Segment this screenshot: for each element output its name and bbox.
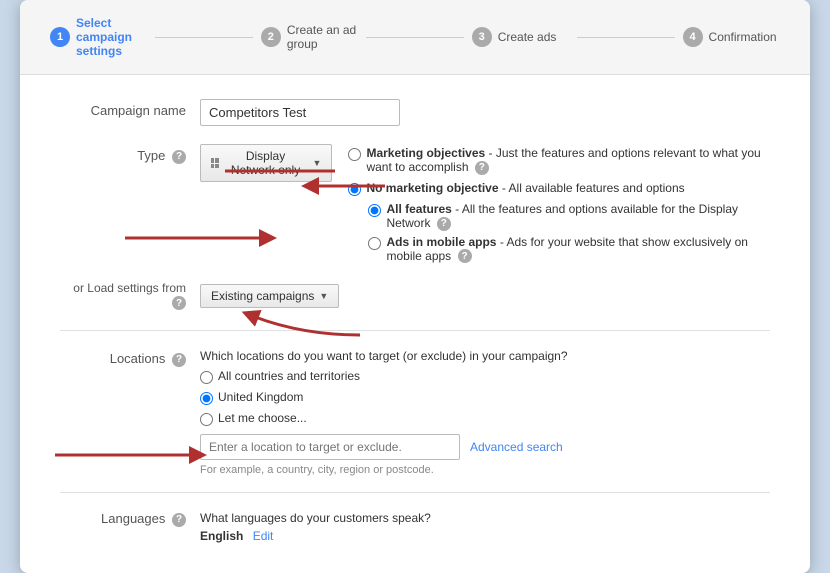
type-label: Type ? — [60, 144, 200, 164]
step-4-label: Confirmation — [709, 30, 777, 44]
marketing-option-2-text: No marketing objective - All available f… — [366, 181, 684, 195]
step-2: 2 Create an ad group — [261, 23, 358, 51]
sub-option-2: Ads in mobile apps - Ads for your websit… — [368, 235, 770, 264]
step-4-circle: 4 — [683, 27, 703, 47]
locations-content: Which locations do you want to target (o… — [200, 349, 770, 476]
marketing-option-1: Marketing objectives - Just the features… — [348, 146, 770, 175]
step-2-circle: 2 — [261, 27, 281, 47]
step-1-circle: 1 — [50, 27, 70, 47]
campaign-name-input[interactable] — [200, 99, 400, 126]
load-settings-label: or Load settings from ? — [60, 281, 200, 310]
step-1-label: Select campaign settings — [76, 16, 147, 58]
location-radio-1[interactable] — [200, 371, 213, 384]
type-help-icon[interactable]: ? — [172, 150, 186, 164]
location-hint: For example, a country, city, region or … — [200, 464, 770, 476]
type-dropdown[interactable]: Display Network only ▼ — [200, 144, 332, 182]
step-divider-1 — [155, 37, 252, 38]
type-row: Type ? Display Network only ▼ — [60, 144, 770, 263]
languages-value: English Edit — [200, 529, 770, 543]
arrow-4 — [50, 440, 210, 470]
form-content: Campaign name Type ? — [20, 75, 810, 573]
languages-help-icon[interactable]: ? — [172, 513, 186, 527]
sub-option-1: All features - All the features and opti… — [368, 202, 770, 231]
main-window: 1 Select campaign settings 2 Create an a… — [20, 0, 810, 573]
location-radio-3[interactable] — [200, 413, 213, 426]
languages-edit-link[interactable]: Edit — [253, 529, 274, 543]
marketing-option-2: No marketing objective - All available f… — [348, 181, 770, 196]
location-search-row: Advanced search — [200, 434, 770, 460]
grid-icon — [211, 158, 219, 168]
step-divider-2 — [366, 37, 463, 38]
languages-divider — [60, 492, 770, 493]
load-help-icon[interactable]: ? — [172, 296, 186, 310]
languages-label: Languages ? — [60, 511, 200, 527]
location-option-3: Let me choose... — [200, 411, 770, 426]
load-caret-icon: ▼ — [319, 291, 328, 301]
step-2-label: Create an ad group — [287, 23, 358, 51]
languages-content: What languages do your customers speak? … — [200, 511, 770, 543]
location-option-1-label: All countries and territories — [218, 369, 360, 383]
sub-radio-2[interactable] — [368, 237, 381, 250]
sub-help-2[interactable]: ? — [458, 249, 472, 263]
dropdown-caret-icon: ▼ — [313, 158, 322, 168]
location-radio-2[interactable] — [200, 392, 213, 405]
marketing-help-1[interactable]: ? — [475, 161, 489, 175]
campaign-name-row: Campaign name — [60, 99, 770, 126]
locations-help-icon[interactable]: ? — [172, 353, 186, 367]
location-option-1: All countries and territories — [200, 369, 770, 384]
locations-question: Which locations do you want to target (o… — [200, 349, 770, 363]
advanced-search-link[interactable]: Advanced search — [470, 440, 563, 454]
campaign-name-label: Campaign name — [60, 99, 200, 118]
location-option-2-label: United Kingdom — [218, 390, 303, 404]
marketing-radio-2[interactable] — [348, 183, 361, 196]
section-divider — [60, 330, 770, 331]
marketing-options: Marketing objectives - Just the features… — [348, 146, 770, 263]
sub-option-2-text: Ads in mobile apps - Ads for your websit… — [386, 235, 770, 264]
sub-help-1[interactable]: ? — [437, 217, 451, 231]
type-control: Display Network only ▼ Marketing objecti… — [200, 144, 770, 263]
location-option-3-label: Let me choose... — [218, 411, 307, 425]
step-4: 4 Confirmation — [683, 27, 780, 47]
marketing-radio-1[interactable] — [348, 148, 361, 161]
locations-row: Locations ? Which locations do you want … — [60, 349, 770, 476]
load-settings-dropdown[interactable]: Existing campaigns ▼ — [200, 284, 339, 308]
step-3-label: Create ads — [498, 30, 557, 44]
stepper: 1 Select campaign settings 2 Create an a… — [20, 0, 810, 75]
location-option-2: United Kingdom — [200, 390, 770, 405]
languages-row: Languages ? What languages do your custo… — [60, 511, 770, 543]
load-settings-row: or Load settings from ? Existing campaig… — [60, 281, 770, 310]
languages-question: What languages do your customers speak? — [200, 511, 770, 525]
sub-radio-1[interactable] — [368, 204, 381, 217]
sub-options: All features - All the features and opti… — [368, 202, 770, 264]
step-divider-3 — [577, 37, 674, 38]
locations-label: Locations ? — [60, 349, 200, 367]
step-1: 1 Select campaign settings — [50, 16, 147, 58]
step-3: 3 Create ads — [472, 27, 569, 47]
campaign-name-control — [200, 99, 770, 126]
step-3-circle: 3 — [472, 27, 492, 47]
marketing-option-1-text: Marketing objectives - Just the features… — [366, 146, 770, 175]
sub-option-1-text: All features - All the features and opti… — [386, 202, 770, 231]
location-search-input[interactable] — [200, 434, 460, 460]
location-options: All countries and territories United Kin… — [200, 369, 770, 426]
